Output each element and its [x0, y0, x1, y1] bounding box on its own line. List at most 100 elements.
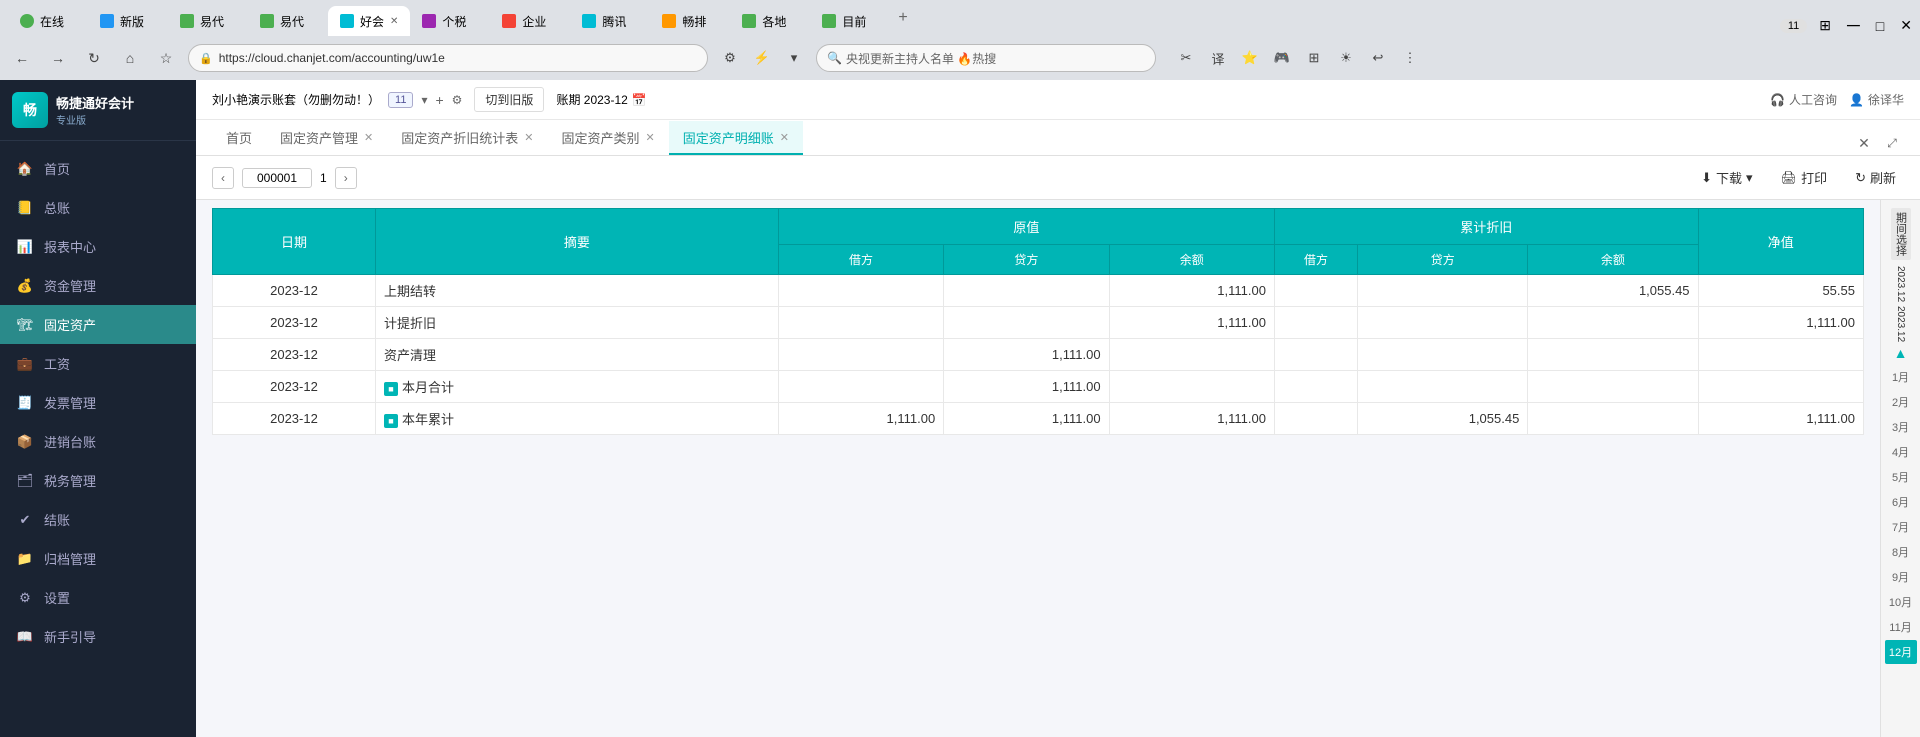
expand-button[interactable]: ⤢ — [1880, 131, 1904, 155]
month-item-7[interactable]: 7月 — [1885, 515, 1917, 539]
reload-button[interactable]: ↻ — [80, 44, 108, 72]
page-tab-fixed-category-close[interactable]: ✕ — [646, 131, 655, 144]
address-input[interactable]: 🔒 https://cloud.chanjet.com/accounting/u… — [188, 44, 708, 72]
sidebar-item-report[interactable]: 📊 报表中心 — [0, 227, 196, 266]
th-summary: 摘要 — [375, 209, 778, 275]
browser-tab-yidai2[interactable]: 易代 — [248, 6, 328, 36]
sidebar-item-invoice[interactable]: 🧾 发票管理 — [0, 383, 196, 422]
month-item-2[interactable]: 2月 — [1885, 390, 1917, 414]
new-tab-button[interactable]: + — [890, 9, 915, 27]
home-nav-button[interactable]: ⌂ — [116, 44, 144, 72]
prev-record-button[interactable]: ‹ — [212, 167, 234, 189]
dropdown-icon[interactable]: ▾ — [780, 44, 808, 72]
page-tab-home[interactable]: 首页 — [212, 121, 266, 155]
minimize-button[interactable]: ─ — [1839, 15, 1868, 36]
page-tab-depreciation-stats[interactable]: 固定资产折旧统计表 ✕ — [387, 121, 547, 155]
month-item-10[interactable]: 10月 — [1885, 590, 1917, 614]
page-tab-fixed-detail-close[interactable]: ✕ — [780, 131, 789, 144]
star-icon[interactable]: ⭐ — [1236, 44, 1264, 72]
user-button[interactable]: 👤 徐译华 — [1849, 91, 1904, 108]
refresh-icon: ↻ — [1855, 170, 1866, 186]
stock-icon: 📦 — [16, 433, 34, 451]
browser-tab-changpai[interactable]: 畅排 — [650, 6, 730, 36]
th-yuanzhi-ye: 余额 — [1109, 245, 1274, 275]
close-panel-button[interactable]: ✕ — [1852, 131, 1876, 155]
month-item-8[interactable]: 8月 — [1885, 540, 1917, 564]
month-item-12[interactable]: 12月 — [1885, 640, 1917, 664]
dropdown-arrow-icon[interactable]: ▾ — [421, 93, 427, 107]
period-info: 账期 2023-12 📅 — [556, 91, 646, 108]
td-zzjz-ye-4 — [1528, 403, 1698, 435]
month-item-3[interactable]: 3月 — [1885, 415, 1917, 439]
maximize-button[interactable]: □ — [1868, 18, 1892, 34]
close-button[interactable]: ✕ — [1892, 17, 1920, 34]
browser-layout-icon[interactable]: ⊞ — [1811, 17, 1839, 34]
sidebar-item-tax[interactable]: 🗂 税务管理 — [0, 461, 196, 500]
sidebar-item-closing[interactable]: ✔ 结账 — [0, 500, 196, 539]
account-info: 刘小艳演示账套（勿删勿动！） 11 ▾ + ⚙ — [212, 91, 462, 108]
sidebar-label-home: 首页 — [44, 159, 70, 178]
tab-close-haokuai[interactable]: ✕ — [390, 16, 398, 27]
month-item-11[interactable]: 11月 — [1885, 615, 1917, 639]
help-button[interactable]: 🎧 人工咨询 — [1770, 91, 1837, 108]
download-icon: ⬇ — [1701, 170, 1712, 186]
browser-tab-haokuai[interactable]: 好会 ✕ — [328, 6, 410, 36]
td-jingzhi-4: 1,111.00 — [1698, 403, 1863, 435]
month-item-1[interactable]: 1月 — [1885, 365, 1917, 389]
page-tab-fixed-mgmt-close[interactable]: ✕ — [364, 131, 373, 144]
record-input[interactable] — [242, 168, 312, 188]
grid-icon[interactable]: ⊞ — [1300, 44, 1328, 72]
month-item-9[interactable]: 9月 — [1885, 565, 1917, 589]
scissors-icon[interactable]: ✂ — [1172, 44, 1200, 72]
td-date-0: 2023-12 — [213, 275, 376, 307]
month-item-6[interactable]: 6月 — [1885, 490, 1917, 514]
browser-tab-new[interactable]: 新版 — [88, 6, 168, 36]
print-button[interactable]: 🖨 打印 — [1773, 164, 1836, 191]
browser-tab-gedi[interactable]: 各地 — [730, 6, 810, 36]
browser-tab-qiye[interactable]: 企业 — [490, 6, 570, 36]
calendar-icon[interactable]: 📅 — [632, 93, 647, 107]
forward-button[interactable]: → — [44, 44, 72, 72]
browser-tab-muqian[interactable]: 目前 — [810, 6, 890, 36]
td-zzjz-df-0 — [1358, 275, 1528, 307]
month-item-5[interactable]: 5月 — [1885, 465, 1917, 489]
sidebar-item-guide[interactable]: 📖 新手引导 — [0, 617, 196, 656]
lightning-icon[interactable]: ⚡ — [748, 44, 776, 72]
sidebar-item-archive[interactable]: 📁 归档管理 — [0, 539, 196, 578]
page-tab-fixed-category[interactable]: 固定资产类别 ✕ — [547, 121, 668, 155]
browser-tab-online[interactable]: 在线 — [8, 6, 88, 36]
switch-version-button[interactable]: 切到旧版 — [474, 87, 544, 112]
brightness-icon[interactable]: ☀ — [1332, 44, 1360, 72]
scroll-up-button[interactable]: ▲ — [1887, 344, 1915, 362]
gamepad-icon[interactable]: 🎮 — [1268, 44, 1296, 72]
more-icon[interactable]: ⋮ — [1396, 44, 1424, 72]
translate-icon[interactable]: 译 — [1204, 44, 1232, 72]
bookmark-button[interactable]: ☆ — [152, 44, 180, 72]
undo-icon[interactable]: ↩ — [1364, 44, 1392, 72]
browser-tab-yidai1[interactable]: 易代 — [168, 6, 248, 36]
back-button[interactable]: ← — [8, 44, 36, 72]
sidebar-item-settings[interactable]: ⚙ 设置 — [0, 578, 196, 617]
account-badge[interactable]: 11 — [388, 92, 413, 108]
settings-small-icon[interactable]: ⚙ — [452, 93, 463, 107]
page-tab-fixed-detail[interactable]: 固定资产明细账 ✕ — [669, 121, 803, 155]
sidebar-item-stock[interactable]: 📦 进销台账 — [0, 422, 196, 461]
sidebar-item-fixed[interactable]: 🏗 固定资产 — [0, 305, 196, 344]
refresh-button[interactable]: ↻ 刷新 — [1847, 164, 1904, 191]
sidebar-item-fund[interactable]: 💰 资金管理 — [0, 266, 196, 305]
fund-icon: 💰 — [16, 277, 34, 295]
page-tab-fixed-mgmt[interactable]: 固定资产管理 ✕ — [266, 121, 387, 155]
sidebar-item-wage[interactable]: 💼 工资 — [0, 344, 196, 383]
extensions-icon[interactable]: ⚙ — [716, 44, 744, 72]
month-item-4[interactable]: 4月 — [1885, 440, 1917, 464]
browser-tab-tengxun[interactable]: 腾讯 — [570, 6, 650, 36]
add-account-icon[interactable]: + — [435, 92, 443, 108]
period-select-label[interactable]: 期间选择 — [1891, 208, 1911, 260]
sidebar-item-home[interactable]: 🏠 首页 — [0, 149, 196, 188]
search-input[interactable]: 🔍 央视更新主持人名单 🔥热搜 — [816, 44, 1156, 72]
download-button[interactable]: ⬇ 下载 ▾ — [1693, 164, 1760, 191]
page-tab-depreciation-stats-close[interactable]: ✕ — [524, 131, 533, 144]
browser-tab-geshui[interactable]: 个税 — [410, 6, 490, 36]
sidebar-item-ledger[interactable]: 📒 总账 — [0, 188, 196, 227]
next-record-button[interactable]: › — [335, 167, 357, 189]
